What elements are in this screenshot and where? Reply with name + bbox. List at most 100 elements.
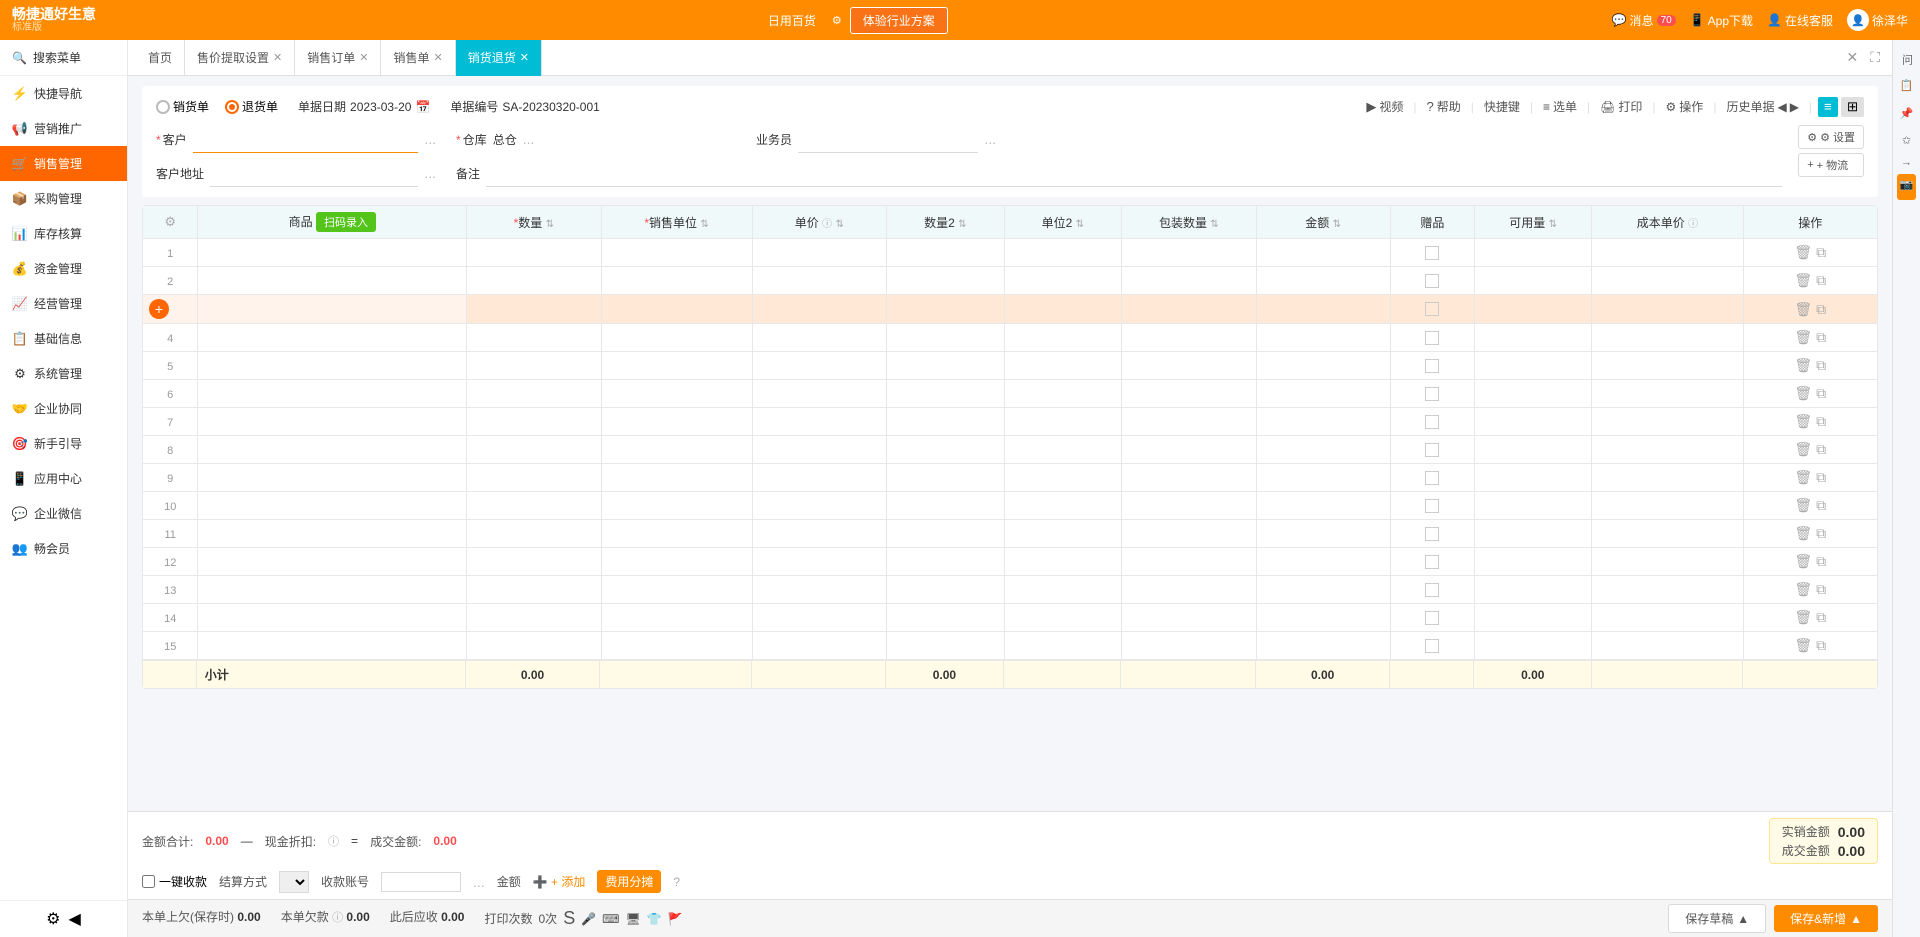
operate-btn[interactable]: ⚙ 操作 — [1662, 96, 1708, 117]
tab-home[interactable]: 首页 — [136, 40, 185, 76]
delete-btn[interactable]: 🗑 — [1794, 581, 1812, 598]
history-prev-icon[interactable]: ◀ — [1777, 100, 1786, 114]
delete-btn[interactable]: 🗑 — [1794, 272, 1812, 289]
address-dots[interactable]: ... — [424, 165, 436, 181]
customer-input[interactable] — [193, 125, 419, 153]
nav-gear-icon[interactable]: ⚙ — [832, 14, 842, 27]
tab-sale-order-close[interactable]: ✕ — [359, 51, 368, 64]
form-settings-btn[interactable]: ⚙ ⚙ 设置 — [1798, 125, 1864, 149]
account-dots[interactable]: ... — [473, 874, 485, 890]
sidebar-item-member[interactable]: 👥 畅会员 — [0, 531, 127, 566]
page-maximize-btn[interactable]: ⛶ — [1866, 49, 1884, 66]
one-click-checkbox[interactable] — [142, 875, 155, 888]
amount-cell[interactable] — [1256, 239, 1390, 267]
history-next-icon[interactable]: ▶ — [1790, 100, 1799, 114]
staff-dots[interactable]: ... — [984, 131, 996, 147]
sidebar-item-newbie[interactable]: 🎯 新手引导 — [0, 426, 127, 461]
cost-info-icon[interactable]: ⓘ — [1688, 219, 1698, 230]
date-value[interactable]: 2023-03-20 — [350, 100, 411, 114]
sale-unit-cell[interactable] — [601, 239, 752, 267]
address-input[interactable] — [210, 159, 418, 187]
right-btn-6[interactable]: 📷 — [1897, 174, 1916, 199]
delete-btn[interactable]: 🗑 — [1794, 553, 1812, 570]
delete-btn[interactable]: 🗑 — [1794, 329, 1812, 346]
delete-btn[interactable]: 🗑 — [1794, 497, 1812, 514]
gift-checkbox[interactable] — [1425, 583, 1439, 597]
delete-btn[interactable]: 🗑 — [1794, 413, 1812, 430]
save-new-btn[interactable]: 保存&新增 ▲ — [1774, 905, 1878, 932]
select-btn[interactable]: ≡ 选单 — [1539, 96, 1581, 117]
qty2-sort-icon[interactable]: ⇅ — [958, 219, 966, 230]
sidebar-item-basic-info[interactable]: 📋 基础信息 — [0, 321, 127, 356]
scan-btn[interactable]: 扫码录入 — [316, 212, 376, 232]
copy-btn[interactable]: ⧉ — [1816, 441, 1826, 458]
cash-info-icon[interactable]: ⓘ — [328, 833, 339, 849]
video-btn[interactable]: ▶ 视频 — [1362, 96, 1407, 117]
copy-btn[interactable]: ⧉ — [1816, 385, 1826, 402]
copy-btn[interactable]: ⧉ — [1816, 497, 1826, 514]
nav-dropdown-btn[interactable]: 日用百货 — [760, 8, 824, 33]
settlement-select[interactable] — [279, 871, 309, 893]
available-cell[interactable] — [1474, 239, 1592, 267]
gift-checkbox[interactable] — [1425, 302, 1439, 316]
gift-checkbox[interactable] — [1425, 359, 1439, 373]
account-input[interactable] — [381, 872, 461, 892]
one-click-payment[interactable]: 一键收款 — [142, 873, 207, 890]
gift-checkbox[interactable] — [1425, 611, 1439, 625]
copy-btn[interactable]: ⧉ — [1816, 525, 1826, 542]
sidebar-item-app-center[interactable]: 📱 应用中心 — [0, 461, 127, 496]
copy-btn[interactable]: ⧉ — [1816, 609, 1826, 626]
copy-btn[interactable]: ⧉ — [1816, 469, 1826, 486]
tab-sale-price[interactable]: 售价提取设置 ✕ — [185, 40, 295, 76]
delete-btn[interactable]: 🗑 — [1794, 637, 1812, 654]
help-btn[interactable]: ? 帮助 — [1422, 96, 1464, 117]
add-payment-btn[interactable]: ➕ + 添加 — [533, 873, 586, 890]
tab-sale-delivery[interactable]: 销售单 ✕ — [381, 40, 455, 76]
available-sort-icon[interactable]: ⇅ — [1549, 219, 1557, 230]
delete-btn[interactable]: 🗑 — [1794, 385, 1812, 402]
right-btn-5[interactable]: ↑ — [1898, 155, 1916, 173]
right-btn-3[interactable]: 📌 — [1897, 100, 1916, 125]
print-btn[interactable]: 🖨 打印 — [1596, 96, 1646, 117]
delete-btn[interactable]: 🗑 — [1794, 357, 1812, 374]
radio-return[interactable]: 退货单 — [225, 98, 278, 115]
pack-sort-icon[interactable]: ⇅ — [1210, 219, 1218, 230]
sidebar-search[interactable]: 🔍 搜索菜单 — [0, 40, 127, 76]
warehouse-dots[interactable]: ... — [523, 131, 535, 147]
gift-checkbox[interactable] — [1425, 443, 1439, 457]
shortcut-btn[interactable]: 快捷键 — [1480, 96, 1524, 117]
message-btn[interactable]: 💬 消息 70 — [1612, 12, 1676, 29]
sidebar-item-quick-nav[interactable]: ⚡ 快捷导航 — [0, 76, 127, 111]
qty-cell[interactable] — [467, 239, 601, 267]
history-btn[interactable]: 历史单据 ◀ ▶ — [1722, 96, 1802, 117]
user-profile-btn[interactable]: 👤 徐泽华 — [1847, 9, 1908, 31]
note-input[interactable] — [486, 159, 1782, 187]
sidebar-settings-btn[interactable]: ⚙ — [46, 909, 60, 929]
copy-btn[interactable]: ⧉ — [1816, 244, 1826, 261]
app-download-btn[interactable]: 📱 App下载 — [1690, 12, 1753, 29]
tab-sale-price-close[interactable]: ✕ — [273, 51, 282, 64]
product-cell[interactable] — [198, 239, 467, 267]
gift-checkbox[interactable] — [1425, 555, 1439, 569]
price-info-icon[interactable]: ⓘ — [822, 219, 832, 230]
sidebar-collapse-btn[interactable]: ◀ — [69, 909, 81, 929]
delete-btn[interactable]: 🗑 — [1794, 609, 1812, 626]
gift-checkbox[interactable] — [1425, 274, 1439, 288]
copy-btn[interactable]: ⧉ — [1816, 553, 1826, 570]
copy-btn[interactable]: ⧉ — [1816, 301, 1826, 318]
bill-no-value[interactable]: SA-20230320-001 — [502, 100, 599, 114]
right-btn-4[interactable]: ✩ — [1897, 128, 1916, 153]
gift-checkbox[interactable] — [1425, 639, 1439, 653]
view-list-btn[interactable]: ≡ — [1818, 97, 1838, 117]
right-btn-1[interactable]: 问 — [1896, 48, 1918, 71]
tab-sale-order[interactable]: 销售订单 ✕ — [295, 40, 381, 76]
overdue-info-icon[interactable]: ⓘ — [332, 912, 343, 924]
delete-btn[interactable]: 🗑 — [1794, 244, 1812, 261]
delete-btn[interactable]: 🗑 — [1794, 441, 1812, 458]
sidebar-item-marketing[interactable]: 📢 营销推广 — [0, 111, 127, 146]
add-row-btn[interactable]: + — [149, 299, 169, 319]
online-service-btn[interactable]: 👤 在线客服 — [1767, 12, 1833, 29]
customer-dots[interactable]: ... — [424, 131, 436, 147]
copy-btn[interactable]: ⧉ — [1816, 272, 1826, 289]
gift-checkbox[interactable] — [1425, 527, 1439, 541]
